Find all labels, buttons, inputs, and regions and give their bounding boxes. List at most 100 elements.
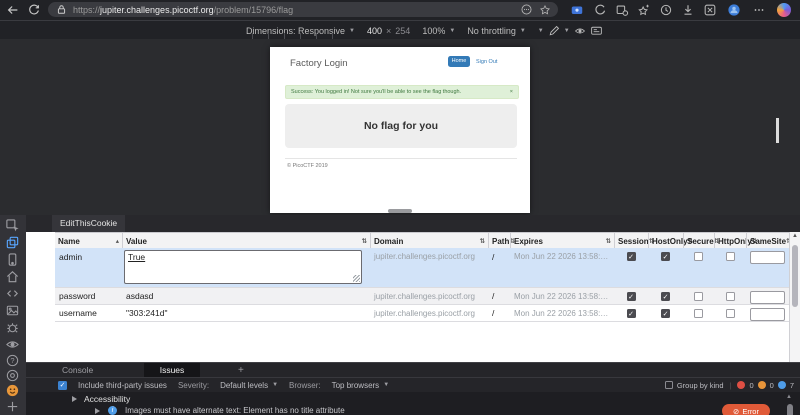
divider <box>285 158 517 159</box>
sign-out-link[interactable]: Sign Out <box>476 59 497 65</box>
column-header-httponly[interactable]: HttpOnly ⇅ <box>714 233 757 249</box>
severity-label: Severity: <box>177 380 210 390</box>
samesite-input[interactable] <box>750 251 785 264</box>
device-emulation-icon[interactable] <box>5 235 20 250</box>
history-icon[interactable] <box>659 3 673 17</box>
help-icon[interactable]: ? <box>5 353 20 368</box>
favorites-icon[interactable] <box>637 3 651 17</box>
settings-menu-icon[interactable] <box>752 3 766 17</box>
copilot-icon[interactable] <box>777 3 791 17</box>
media-queries-icon[interactable] <box>590 24 603 37</box>
column-header-secure[interactable]: Secure ⇅ <box>683 233 719 249</box>
column-header-session[interactable]: Session ⇅ <box>614 233 654 249</box>
split-screen-icon[interactable] <box>570 3 584 17</box>
viewport-width-input[interactable]: 400 <box>367 26 382 36</box>
expand-arrow-icon[interactable] <box>72 396 77 402</box>
column-header-value[interactable]: Value ⇅ <box>122 233 370 249</box>
issues-section-accessibility[interactable]: Accessibility <box>72 394 130 404</box>
cookie-domain: jupiter.challenges.picoctf.org <box>374 292 475 301</box>
downloads-icon[interactable] <box>681 3 695 17</box>
samesite-input[interactable] <box>750 308 785 321</box>
cookie-value[interactable]: asdasd <box>122 288 370 304</box>
column-header-expires[interactable]: Expires ⇅ <box>510 233 614 249</box>
session-checkbox[interactable]: ✓ <box>626 252 636 261</box>
issue-item[interactable]: i Images must have alternate text: Eleme… <box>95 406 345 415</box>
alert-close-icon[interactable]: × <box>510 86 513 98</box>
viewport-scrollbar[interactable] <box>776 118 779 143</box>
cookie-row-admin[interactable]: admin True jupiter.challenges.picoctf.or… <box>55 248 789 288</box>
chevron-down-icon[interactable]: ▼ <box>538 28 544 34</box>
pen-touch-icon[interactable] <box>548 25 560 37</box>
httponly-checkbox[interactable] <box>725 252 735 261</box>
extensions-icon[interactable] <box>703 3 717 17</box>
zoom-select[interactable]: 100% ▼ <box>422 26 455 36</box>
cookie-domain: jupiter.challenges.picoctf.org <box>374 309 475 318</box>
chevron-down-icon[interactable]: ▼ <box>564 28 570 34</box>
phone-icon[interactable] <box>5 252 20 267</box>
scroll-up-icon[interactable]: ▲ <box>786 394 792 400</box>
chevron-down-icon: ▼ <box>272 382 279 388</box>
scrollbar-thumb[interactable] <box>787 404 793 415</box>
cookie-row-username[interactable]: username "303:241d" jupiter.challenges.p… <box>55 305 789 322</box>
viewport-height-input[interactable]: 254 <box>395 26 410 36</box>
eye-icon[interactable] <box>574 25 586 37</box>
rendered-page: Factory Login Home Sign Out Success: You… <box>270 47 530 213</box>
cookie-value[interactable]: "303:241d" <box>122 305 370 321</box>
column-header-name[interactable]: Name ▴ <box>55 233 122 249</box>
severity-select[interactable]: Default levels ▼ <box>220 381 278 390</box>
error-status-pill[interactable]: ⊘ Error <box>722 404 770 415</box>
image-icon[interactable] <box>5 303 20 318</box>
scroll-up-icon[interactable]: ▲ <box>792 233 798 239</box>
samesite-input[interactable] <box>750 291 785 304</box>
column-header-path[interactable]: Path ⇅ <box>488 233 515 249</box>
throttling-select[interactable]: No throttling ▼ <box>467 26 525 36</box>
hostonly-checkbox[interactable]: ✓ <box>661 309 670 318</box>
profile-avatar[interactable] <box>727 3 741 17</box>
session-checkbox[interactable]: ✓ <box>626 309 636 318</box>
browser-essentials-icon[interactable] <box>593 3 607 17</box>
feedback-smiley-icon[interactable] <box>5 383 20 398</box>
bookmark-star-icon[interactable] <box>539 4 551 16</box>
back-icon[interactable] <box>6 3 20 17</box>
resize-grip-icon[interactable] <box>353 275 360 282</box>
tab-console[interactable]: Console <box>62 363 93 378</box>
secure-checkbox[interactable] <box>694 292 703 301</box>
chevron-down-icon: ▼ <box>383 382 390 388</box>
session-checkbox[interactable]: ✓ <box>626 292 636 301</box>
secure-checkbox[interactable] <box>694 252 703 261</box>
viewport-resize-handle[interactable] <box>388 209 412 213</box>
add-tab-icon[interactable]: + <box>238 363 244 378</box>
refresh-icon[interactable] <box>27 3 41 17</box>
scrollbar-thumb[interactable] <box>792 245 798 307</box>
browser-filter-select[interactable]: Top browsers ▼ <box>332 381 390 390</box>
column-header-domain[interactable]: Domain ⇅ <box>370 233 488 249</box>
add-panel-icon[interactable] <box>5 399 20 414</box>
table-scrollbar[interactable]: ▲ <box>789 232 800 362</box>
inspect-icon[interactable] <box>5 218 20 233</box>
group-by-kind-checkbox[interactable] <box>664 381 673 389</box>
bug-icon[interactable] <box>5 320 20 335</box>
more-actions-icon[interactable] <box>520 3 533 16</box>
tab-editthiscookie[interactable]: EditThisCookie <box>52 215 126 232</box>
code-icon[interactable] <box>5 286 20 301</box>
settings-gear-icon[interactable] <box>5 368 20 383</box>
cookie-row-password[interactable]: password asdasd jupiter.challenges.picoc… <box>55 288 789 305</box>
secure-checkbox[interactable] <box>694 309 703 318</box>
include-issues-checkbox[interactable]: ✓ <box>58 380 67 390</box>
home-icon[interactable] <box>5 269 20 284</box>
cookie-expires: Mon Jun 22 2026 13:58:28 GMT+0… <box>514 309 614 318</box>
address-bar[interactable]: https://jupiter.challenges.picoctf.org/p… <box>48 2 558 17</box>
extension-settings-icon[interactable] <box>615 3 629 17</box>
eye-icon[interactable] <box>5 337 20 352</box>
httponly-checkbox[interactable] <box>725 309 735 318</box>
hostonly-checkbox[interactable]: ✓ <box>661 292 670 301</box>
httponly-checkbox[interactable] <box>725 292 735 301</box>
cookie-value-editor[interactable]: True <box>124 250 362 284</box>
hostonly-checkbox[interactable]: ✓ <box>661 252 670 261</box>
home-button[interactable]: Home <box>448 56 470 67</box>
column-header-samesite[interactable]: SameSite⇅ <box>746 233 791 249</box>
expand-arrow-icon[interactable] <box>95 407 100 414</box>
tab-issues[interactable]: Issues <box>144 363 200 378</box>
column-header-hostonly[interactable]: HostOnly ⇅ <box>648 233 693 249</box>
cookie-path: / <box>492 308 495 318</box>
